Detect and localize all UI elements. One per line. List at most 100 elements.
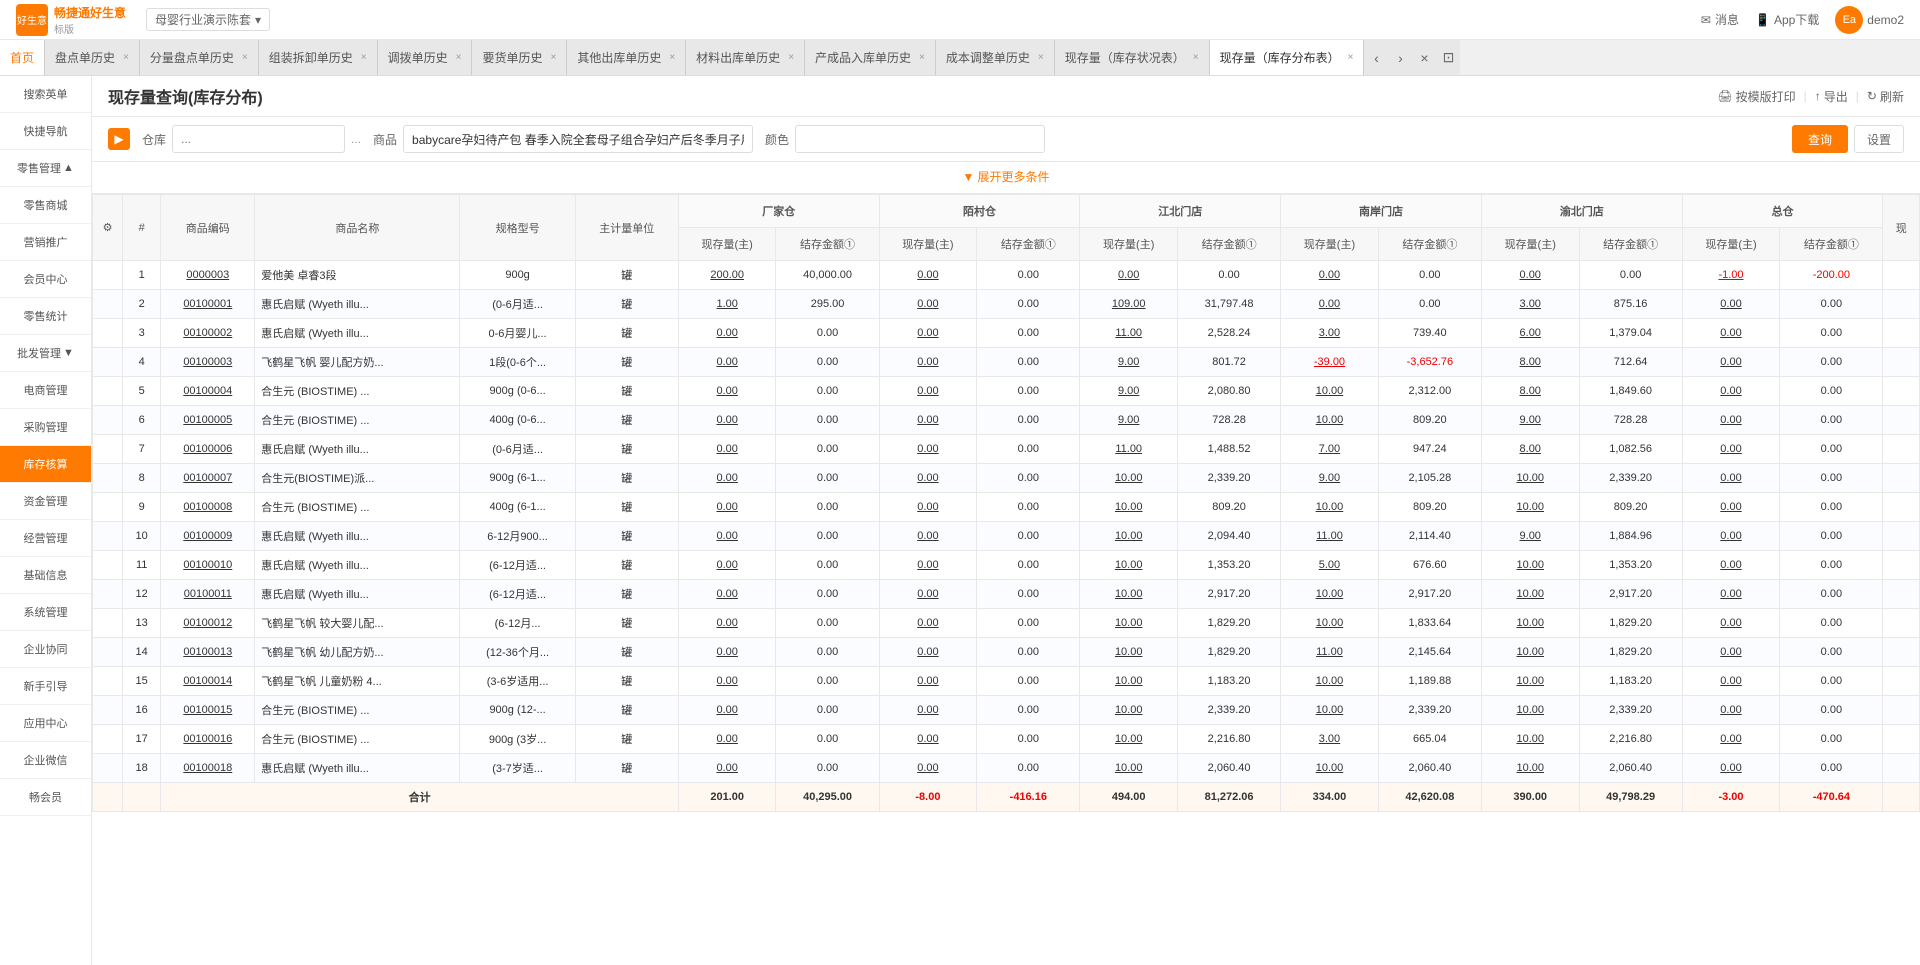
- cell-wh1-qty[interactable]: 0.00: [879, 522, 977, 551]
- cell-wh2-qty[interactable]: 11.00: [1080, 435, 1178, 464]
- cell-wh0-qty[interactable]: 0.00: [678, 377, 776, 406]
- cell-wh1-qty[interactable]: 0.00: [879, 754, 977, 783]
- cell-wh2-qty[interactable]: 10.00: [1080, 580, 1178, 609]
- cell-wh2-qty[interactable]: 10.00: [1080, 754, 1178, 783]
- cell-wh2-qty[interactable]: 9.00: [1080, 348, 1178, 377]
- cell-wh3-qty[interactable]: 10.00: [1281, 493, 1379, 522]
- cell-wh5-qty[interactable]: 0.00: [1682, 464, 1780, 493]
- cell-code[interactable]: 00100011: [161, 580, 255, 609]
- tab-11-active[interactable]: 现存量（库存分布表）×: [1210, 40, 1365, 76]
- cell-wh0-qty[interactable]: 0.00: [678, 580, 776, 609]
- cell-wh5-qty[interactable]: 0.00: [1682, 754, 1780, 783]
- cell-wh4-qty[interactable]: 8.00: [1481, 435, 1579, 464]
- cell-code[interactable]: 00100004: [161, 377, 255, 406]
- cell-code[interactable]: 00100006: [161, 435, 255, 464]
- cell-code[interactable]: 00100010: [161, 551, 255, 580]
- sidebar-item-enterprise[interactable]: 企业协同: [0, 631, 91, 668]
- close-icon[interactable]: ×: [1038, 52, 1044, 63]
- cell-wh3-qty[interactable]: 10.00: [1281, 406, 1379, 435]
- tab-7[interactable]: 材料出库单历史 ×: [686, 40, 805, 76]
- message-btn[interactable]: ✉ 消息: [1701, 11, 1739, 28]
- cell-wh5-qty[interactable]: 0.00: [1682, 290, 1780, 319]
- cell-wh3-qty[interactable]: 10.00: [1281, 580, 1379, 609]
- cell-wh1-qty[interactable]: 0.00: [879, 667, 977, 696]
- cell-wh2-qty[interactable]: 10.00: [1080, 638, 1178, 667]
- cell-wh5-qty[interactable]: 0.00: [1682, 696, 1780, 725]
- cell-wh5-qty[interactable]: 0.00: [1682, 406, 1780, 435]
- cell-wh4-qty[interactable]: 10.00: [1481, 667, 1579, 696]
- tab-1[interactable]: 盘点单历史 ×: [45, 40, 140, 76]
- cell-wh5-qty[interactable]: 0.00: [1682, 435, 1780, 464]
- tab-3[interactable]: 组装拆卸单历史 ×: [259, 40, 378, 76]
- tab-10[interactable]: 现存量（库存状况表）×: [1055, 40, 1210, 76]
- cell-wh0-qty[interactable]: 0.00: [678, 667, 776, 696]
- cell-wh3-qty[interactable]: 9.00: [1281, 464, 1379, 493]
- cell-wh2-qty[interactable]: 10.00: [1080, 551, 1178, 580]
- cell-wh0-qty[interactable]: 0.00: [678, 406, 776, 435]
- cell-wh4-qty[interactable]: 8.00: [1481, 348, 1579, 377]
- close-icon[interactable]: ×: [456, 52, 462, 63]
- cell-code[interactable]: 00100018: [161, 754, 255, 783]
- cell-wh3-qty[interactable]: 3.00: [1281, 725, 1379, 754]
- cell-wh5-qty[interactable]: 0.00: [1682, 580, 1780, 609]
- cell-wh2-qty[interactable]: 10.00: [1080, 522, 1178, 551]
- cell-wh3-qty[interactable]: 10.00: [1281, 696, 1379, 725]
- cell-wh1-qty[interactable]: 0.00: [879, 319, 977, 348]
- sidebar-item-nav[interactable]: 快捷导航: [0, 113, 91, 150]
- expand-filter-btn[interactable]: ▼ 展开更多条件: [963, 168, 1050, 185]
- cell-code[interactable]: 00100002: [161, 319, 255, 348]
- cell-wh0-qty[interactable]: 0.00: [678, 522, 776, 551]
- sidebar-item-wholesale[interactable]: 批发管理 ▼: [0, 335, 91, 372]
- close-icon[interactable]: ×: [919, 52, 925, 63]
- cell-wh5-qty[interactable]: 0.00: [1682, 667, 1780, 696]
- sidebar-item-member[interactable]: 会员中心: [0, 261, 91, 298]
- sidebar-item-operations[interactable]: 经营管理: [0, 520, 91, 557]
- cell-wh0-qty[interactable]: 0.00: [678, 319, 776, 348]
- sidebar-item-finance[interactable]: 资金管理: [0, 483, 91, 520]
- cell-wh4-qty[interactable]: 10.00: [1481, 638, 1579, 667]
- sidebar-item-purchase[interactable]: 采购管理: [0, 409, 91, 446]
- cell-wh3-qty[interactable]: 11.00: [1281, 638, 1379, 667]
- tab-2[interactable]: 分量盘点单历史 ×: [140, 40, 259, 76]
- cell-wh4-qty[interactable]: 10.00: [1481, 580, 1579, 609]
- cell-code[interactable]: 00100014: [161, 667, 255, 696]
- cell-wh2-qty[interactable]: 10.00: [1080, 696, 1178, 725]
- cell-wh3-qty[interactable]: 7.00: [1281, 435, 1379, 464]
- cell-wh5-qty[interactable]: 0.00: [1682, 493, 1780, 522]
- cell-wh3-qty[interactable]: 5.00: [1281, 551, 1379, 580]
- cell-wh0-qty[interactable]: 0.00: [678, 725, 776, 754]
- refresh-btn[interactable]: ↻ 刷新: [1867, 88, 1904, 105]
- cell-wh1-qty[interactable]: 0.00: [879, 696, 977, 725]
- cell-wh3-qty[interactable]: 10.00: [1281, 609, 1379, 638]
- cell-wh5-qty[interactable]: 0.00: [1682, 319, 1780, 348]
- close-icon[interactable]: ×: [123, 52, 129, 63]
- cell-wh5-qty[interactable]: -1.00: [1682, 261, 1780, 290]
- cell-wh2-qty[interactable]: 0.00: [1080, 261, 1178, 290]
- cell-wh3-qty[interactable]: 10.00: [1281, 667, 1379, 696]
- cell-wh4-qty[interactable]: 10.00: [1481, 464, 1579, 493]
- cell-wh0-qty[interactable]: 0.00: [678, 348, 776, 377]
- tab-home[interactable]: 首页: [0, 40, 45, 76]
- cell-wh2-qty[interactable]: 11.00: [1080, 319, 1178, 348]
- cell-wh4-qty[interactable]: 10.00: [1481, 551, 1579, 580]
- cell-wh1-qty[interactable]: 0.00: [879, 725, 977, 754]
- cell-wh4-qty[interactable]: 6.00: [1481, 319, 1579, 348]
- cell-wh4-qty[interactable]: 8.00: [1481, 377, 1579, 406]
- cell-wh4-qty[interactable]: 10.00: [1481, 696, 1579, 725]
- cell-wh3-qty[interactable]: -39.00: [1281, 348, 1379, 377]
- cell-wh4-qty[interactable]: 10.00: [1481, 754, 1579, 783]
- sidebar-item-appstore[interactable]: 应用中心: [0, 705, 91, 742]
- cell-wh5-qty[interactable]: 0.00: [1682, 725, 1780, 754]
- cell-wh5-qty[interactable]: 0.00: [1682, 348, 1780, 377]
- cell-code[interactable]: 00100005: [161, 406, 255, 435]
- sidebar-item-shop[interactable]: 零售商城: [0, 187, 91, 224]
- cell-wh4-qty[interactable]: 3.00: [1481, 290, 1579, 319]
- tab-6[interactable]: 其他出库单历史 ×: [567, 40, 686, 76]
- cell-wh2-qty[interactable]: 9.00: [1080, 406, 1178, 435]
- cell-wh1-qty[interactable]: 0.00: [879, 493, 977, 522]
- cell-wh4-qty[interactable]: 10.00: [1481, 493, 1579, 522]
- industry-dropdown[interactable]: 母婴行业演示陈套 ▾: [146, 8, 270, 31]
- setting-btn[interactable]: 设置: [1854, 125, 1904, 153]
- cell-wh1-qty[interactable]: 0.00: [879, 377, 977, 406]
- close-icon[interactable]: ×: [788, 52, 794, 63]
